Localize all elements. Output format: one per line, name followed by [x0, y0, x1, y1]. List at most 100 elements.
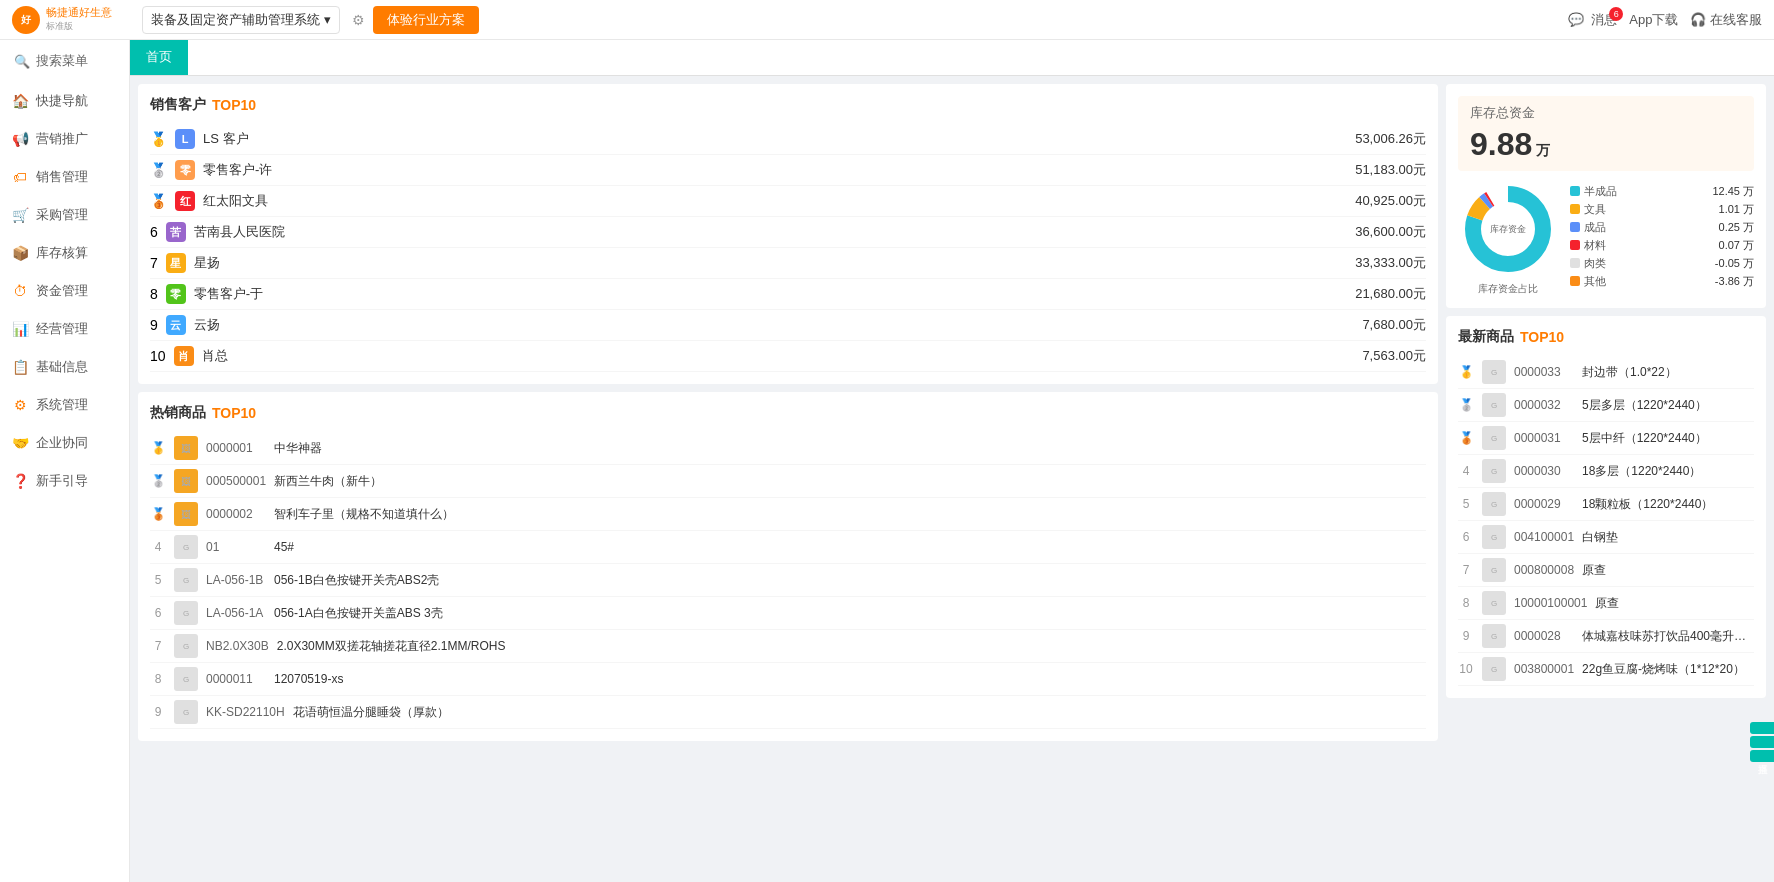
sidebar-item-basic[interactable]: 📋基础信息	[0, 348, 129, 386]
rank-indicator: 10	[1458, 662, 1474, 676]
sidebar-item-system[interactable]: ⚙系统管理	[0, 386, 129, 424]
system-selector[interactable]: 装备及固定资产辅助管理系统 ▾	[142, 6, 340, 34]
hot-product-item: 5 G LA-056-1B 056-1B白色按键开关壳ABS2壳	[150, 564, 1426, 597]
customer-badge: 零	[175, 160, 195, 180]
sidebar-item-marketing[interactable]: 📢营销推广	[0, 120, 129, 158]
customer-amount: 7,680.00元	[1362, 316, 1426, 334]
header-right: 💬 6 消息 App下载 🎧 在线客服	[1568, 11, 1762, 29]
sidebar-item-sales[interactable]: 🏷销售管理	[0, 158, 129, 196]
product-code: 01	[206, 540, 266, 554]
sidebar-item-purchase[interactable]: 🛒采购管理	[0, 196, 129, 234]
logo-icon: 好	[12, 6, 40, 34]
product-thumbnail: G	[1482, 459, 1506, 483]
legend-color-dot	[1570, 258, 1580, 268]
legend-color-dot	[1570, 276, 1580, 286]
sidebar-nav: 🏠快捷导航📢营销推广🏷销售管理🛒采购管理📦库存核算⏱资金管理📊经营管理📋基础信息…	[0, 82, 129, 500]
product-name: 5层中纤（1220*2440）	[1582, 430, 1754, 447]
rank-indicator: 9	[150, 705, 166, 719]
legend-item: 半成品 12.45 万	[1570, 184, 1754, 199]
product-name: 056-1A白色按键开关盖ABS 3壳	[274, 605, 1426, 622]
legend-value: 0.07 万	[1719, 238, 1754, 253]
medal-icon: 7	[150, 255, 158, 271]
tab-home[interactable]: 首页	[130, 40, 188, 75]
inventory-amount: 9.88 万	[1470, 126, 1742, 163]
rank-indicator: 🥇	[150, 441, 166, 455]
sidebar-item-inventory[interactable]: 📦库存核算	[0, 234, 129, 272]
customer-amount: 7,563.00元	[1362, 347, 1426, 365]
search-menu-button[interactable]: 🔍 搜索菜单	[8, 48, 121, 74]
medal-icon: 10	[150, 348, 166, 364]
customer-top10-card: 销售客户TOP10 🥇 L LS 客户 53,006.26元 🥈 零 零售客户-…	[138, 84, 1438, 384]
rank-indicator: 5	[1458, 497, 1474, 511]
product-thumbnail: G	[1482, 492, 1506, 516]
newest-product-item: 10 G 003800001 22g鱼豆腐-烧烤味（1*12*20）	[1458, 653, 1754, 686]
gear-icon[interactable]: ⚙	[352, 12, 365, 28]
product-name: 2.0X30MM双搓花轴搓花直径2.1MM/ROHS	[277, 638, 1426, 655]
legend-item: 成品 0.25 万	[1570, 220, 1754, 235]
nav-tabs: 首页	[130, 40, 1774, 76]
logo-text: 畅捷通好生意	[46, 6, 112, 19]
content-area: 首页 销售客户TOP10 🥇 L LS 客户 53,006.26元 🥈 零 零售…	[130, 40, 1774, 882]
newest-product-item: 5 G 0000029 18颗粒板（1220*2440）	[1458, 488, 1754, 521]
newest-products-card: 最新商品 TOP10 🥇 G 0000033 封边带（1.0*22） 🥈 G 0…	[1446, 316, 1766, 698]
customer-name: LS 客户	[203, 130, 1347, 148]
finance-icon: ⏱	[12, 283, 28, 299]
customer-name: 零售客户-许	[203, 161, 1347, 179]
newest-product-item: 🥉 G 0000031 5层中纤（1220*2440）	[1458, 422, 1754, 455]
customer-name: 云扬	[194, 316, 1355, 334]
product-thumbnail: G	[1482, 393, 1506, 417]
product-name: 体城嘉枝味苏打饮品400毫升（1*15）	[1582, 628, 1754, 645]
basic-icon: 📋	[12, 359, 28, 375]
legend-value: -0.05 万	[1715, 256, 1754, 271]
medal-icon: 6	[150, 224, 158, 240]
newest-products-list: 🥇 G 0000033 封边带（1.0*22） 🥈 G 0000032 5层多层…	[1458, 356, 1754, 686]
newest-products-title: 最新商品 TOP10	[1458, 328, 1754, 346]
rank-indicator: 9	[1458, 629, 1474, 643]
product-thumbnail: G	[174, 568, 198, 592]
customer-badge: L	[175, 129, 195, 149]
customer-badge: 红	[175, 191, 195, 211]
app-download-link[interactable]: App下载	[1629, 11, 1678, 29]
inventory-summary: 库存总资金 9.88 万	[1458, 96, 1754, 171]
hot-products-card: 热销商品 TOP10 🥇 🖼 0000001 中华神器 🥈 🖼 00050000…	[138, 392, 1438, 741]
product-code: 0000033	[1514, 365, 1574, 379]
newest-product-item: 4 G 0000030 18多层（1220*2440）	[1458, 455, 1754, 488]
float-button[interactable]: 直播	[1750, 750, 1774, 762]
product-code: NB2.0X30B	[206, 639, 269, 653]
inventory-number: 9.88	[1470, 126, 1532, 163]
product-code: 0000028	[1514, 629, 1574, 643]
legend-label: 肉类	[1584, 256, 1711, 271]
hot-product-item: 🥇 🖼 0000001 中华神器	[150, 432, 1426, 465]
svg-text:库存资金: 库存资金	[1490, 224, 1526, 234]
legend-color-dot	[1570, 222, 1580, 232]
inventory-icon: 📦	[12, 245, 28, 261]
float-button[interactable]: 客服热线	[1750, 722, 1774, 734]
float-button[interactable]: 服务社区	[1750, 736, 1774, 748]
customer-list-item: 10 肖 肖总 7,563.00元	[150, 341, 1426, 372]
product-code: LA-056-1B	[206, 573, 266, 587]
trial-button[interactable]: 体验行业方案	[373, 6, 479, 34]
sidebar-item-guide[interactable]: ❓新手引导	[0, 462, 129, 500]
customer-list-item: 7 星 星扬 33,333.00元	[150, 248, 1426, 279]
legend-color-dot	[1570, 204, 1580, 214]
online-service-link[interactable]: 🎧 在线客服	[1690, 11, 1762, 29]
quick-nav-icon: 🏠	[12, 93, 28, 109]
inventory-sub-label: 库存资金占比	[1458, 282, 1558, 296]
legend-label: 文具	[1584, 202, 1715, 217]
sidebar-item-operation[interactable]: 📊经营管理	[0, 310, 129, 348]
sidebar-item-enterprise[interactable]: 🤝企业协同	[0, 424, 129, 462]
sidebar-item-quick-nav[interactable]: 🏠快捷导航	[0, 82, 129, 120]
product-thumbnail: G	[1482, 657, 1506, 681]
enterprise-icon: 🤝	[12, 435, 28, 451]
rank-indicator: 🥇	[1458, 365, 1474, 379]
sidebar-item-finance[interactable]: ⏱资金管理	[0, 272, 129, 310]
rank-indicator: 🥈	[1458, 398, 1474, 412]
hot-product-item: 9 G KK-SD22110H 花语萌恒温分腿睡袋（厚款）	[150, 696, 1426, 729]
main-layout: 🔍 搜索菜单 🏠快捷导航📢营销推广🏷销售管理🛒采购管理📦库存核算⏱资金管理📊经营…	[0, 40, 1774, 882]
product-thumbnail: G	[174, 667, 198, 691]
notification-area[interactable]: 💬 6 消息	[1568, 11, 1617, 29]
rank-indicator: 4	[150, 540, 166, 554]
customer-top10-title: 销售客户TOP10	[150, 96, 1426, 114]
newest-product-item: 6 G 004100001 白钢垫	[1458, 521, 1754, 554]
hot-product-item: 8 G 0000011 12070519-xs	[150, 663, 1426, 696]
